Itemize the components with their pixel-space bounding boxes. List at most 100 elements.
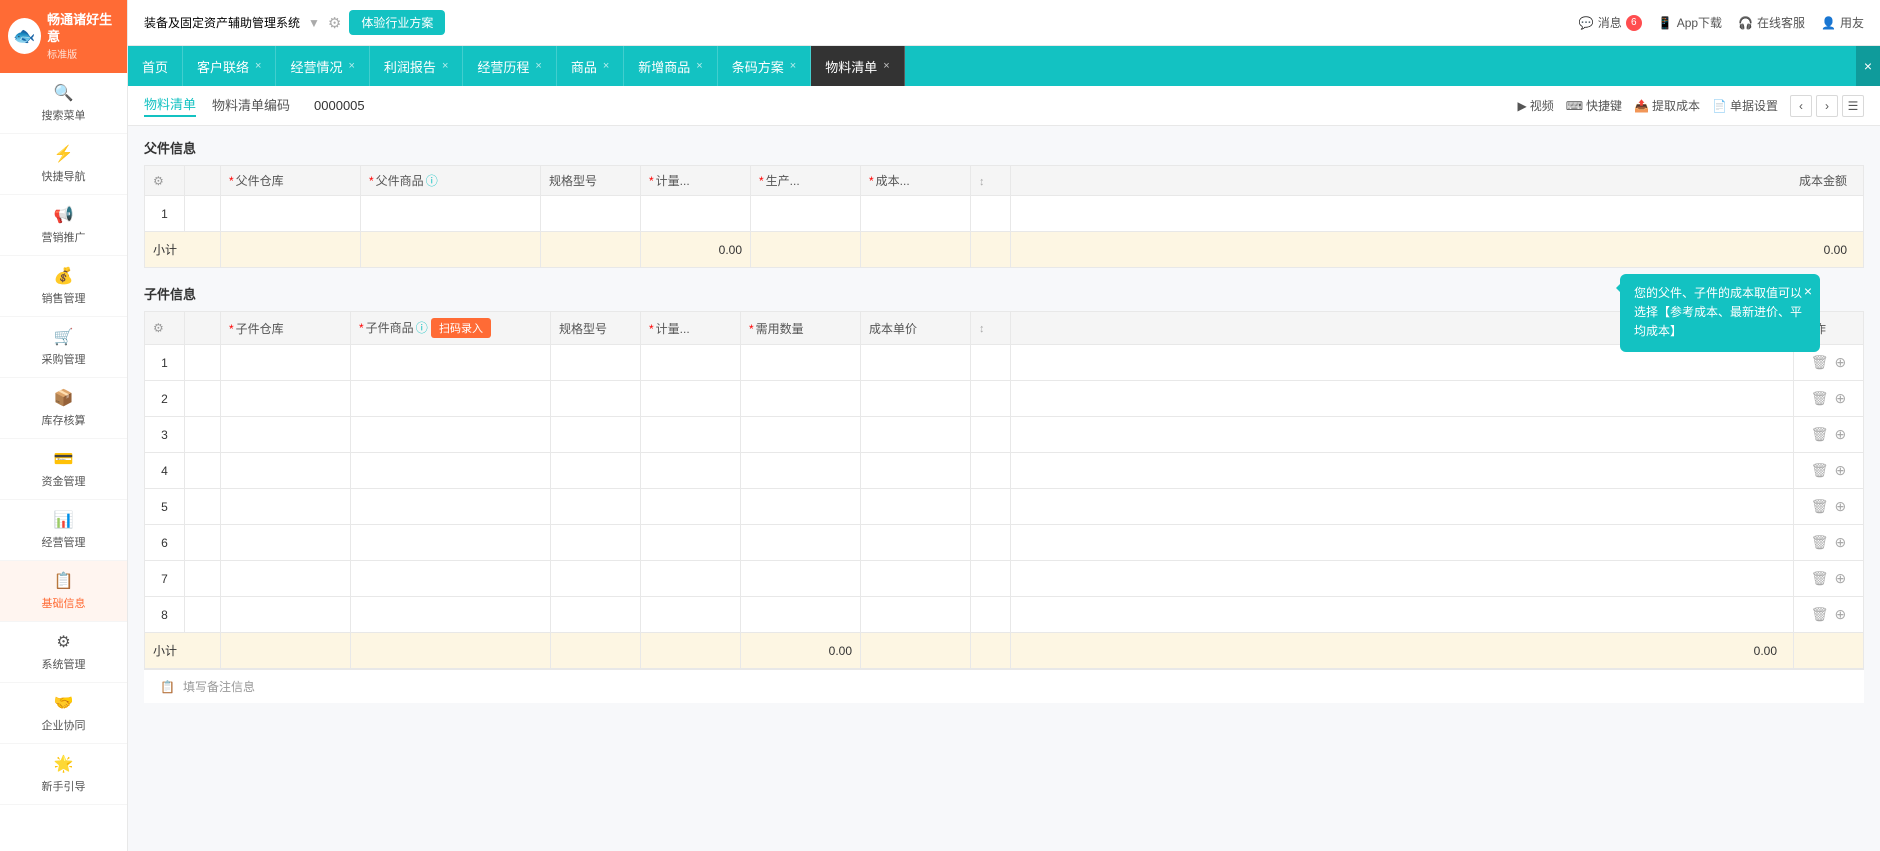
child-cell-spec[interactable] [551,345,641,381]
subnav-tab-bom[interactable]: 物料清单 [144,94,196,117]
tab-bom[interactable]: 物料清单 × [811,46,904,86]
settings-icon[interactable]: ⚙ [153,321,164,335]
app-label: App下载 [1677,14,1722,31]
parent-row-1: 1 [145,196,1864,232]
delete-icon[interactable]: 🗑 [1811,426,1829,443]
tab-ops-history[interactable]: 经营历程 × [463,46,556,86]
child-th-settings[interactable]: ⚙ [145,312,185,345]
child-subtotal-amount: 0.00 [1011,633,1794,669]
tab-goods[interactable]: 商品 × [557,46,624,86]
delete-icon[interactable]: 🗑 [1811,462,1829,479]
parent-cell-unit[interactable] [641,196,751,232]
subnav-tab-code[interactable]: 物料清单编码 [212,95,290,116]
prev-arrow[interactable]: ‹ [1790,95,1812,117]
close-icon[interactable]: × [255,60,261,72]
action-settings[interactable]: 📄 单据设置 [1712,97,1778,114]
tab-label: 客户联络 [197,57,249,76]
parent-cell-produce[interactable] [751,196,861,232]
parent-cell-cost[interactable] [861,196,971,232]
close-all-tabs[interactable]: × [1856,46,1880,86]
nav-tabs: 首页 客户联络 × 经营情况 × 利润报告 × 经营历程 × 商品 × 新增商品… [128,46,1880,86]
app-download-item[interactable]: 📱 App下载 [1658,14,1722,31]
tab-customer[interactable]: 客户联络 × [183,46,276,86]
child-cell-unit-cost[interactable] [861,345,971,381]
parent-th-cost: *成本... [861,166,971,196]
sidebar-item-label: 快捷导航 [42,168,86,184]
child-cell-goods[interactable] [351,345,551,381]
copy-icon[interactable]: ⊕ [1835,606,1847,623]
sidebar-item-quicknav[interactable]: ⚡ 快捷导航 [0,134,127,195]
sidebar-item-purchase[interactable]: 🛒 采购管理 [0,317,127,378]
copy-icon[interactable]: ⊕ [1835,534,1847,551]
copy-icon[interactable]: ⊕ [1835,426,1847,443]
child-cell-unit[interactable] [641,345,741,381]
delete-icon[interactable]: 🗑 [1811,570,1829,587]
megaphone-icon: 📢 [54,205,74,225]
close-icon[interactable]: × [348,60,354,72]
tab-new-goods[interactable]: 新增商品 × [624,46,717,86]
close-icon[interactable]: × [535,60,541,72]
close-icon[interactable]: × [696,60,702,72]
sidebar-item-guide[interactable]: 🌟 新手引导 [0,744,127,805]
scan-input-btn[interactable]: 扫码录入 [431,318,491,338]
next-arrow[interactable]: › [1816,95,1838,117]
tooltip-close[interactable]: × [1804,280,1812,302]
copy-icon[interactable]: ⊕ [1835,498,1847,515]
brand-name: 畅通诸好生意 [47,12,119,46]
clipboard-icon: 📋 [54,571,74,591]
sidebar-item-ops[interactable]: 📊 经营管理 [0,500,127,561]
sidebar-item-finance[interactable]: 💳 资金管理 [0,439,127,500]
online-service-item[interactable]: 🎧 在线客服 [1738,14,1805,31]
delete-icon[interactable]: 🗑 [1811,606,1829,623]
handshake-icon: 🤝 [54,693,74,713]
sidebar-item-basic[interactable]: 📋 基础信息 [0,561,127,622]
parent-cell-warehouse[interactable] [221,196,361,232]
sidebar-item-sales[interactable]: 💰 销售管理 [0,256,127,317]
child-th-goods: *子件商品ⓘ 扫码录入 [351,312,551,345]
chart-icon: 📊 [54,510,74,530]
tab-profit[interactable]: 利润报告 × [370,46,463,86]
copy-icon[interactable]: ⊕ [1835,462,1847,479]
tab-home[interactable]: 首页 [128,46,183,86]
parent-cell-spec[interactable] [541,196,641,232]
trial-btn[interactable]: 体验行业方案 [349,10,445,35]
parent-th-settings[interactable]: ⚙ [145,166,185,196]
sidebar-item-corp[interactable]: 🤝 企业协同 [0,683,127,744]
close-icon[interactable]: × [790,60,796,72]
close-icon[interactable]: × [442,60,448,72]
copy-icon[interactable]: ⊕ [1835,390,1847,407]
settings-gear-icon[interactable]: ⚙ [328,14,341,32]
delete-icon[interactable]: 🗑 [1811,498,1829,515]
sidebar-item-search[interactable]: 🔍 搜索菜单 [0,73,127,134]
close-icon[interactable]: × [883,60,889,72]
sidebar-item-system[interactable]: ⚙ 系统管理 [0,622,127,683]
delete-icon[interactable]: 🗑 [1811,534,1829,551]
dropdown-arrow[interactable]: ▼ [308,16,320,30]
system-name: 装备及固定资产辅助管理系统 [144,14,300,31]
delete-icon[interactable]: 🗑 [1811,354,1829,371]
sidebar-item-label: 系统管理 [42,656,86,672]
close-icon[interactable]: × [603,60,609,72]
tab-ops-status[interactable]: 经营情况 × [276,46,369,86]
menu-icon[interactable]: ☰ [1842,95,1864,117]
settings-icon[interactable]: ⚙ [153,174,164,188]
child-cell-qty[interactable] [741,345,861,381]
child-cell-warehouse[interactable] [221,345,351,381]
copy-icon[interactable]: ⊕ [1835,354,1847,371]
message-label: 消息 [1598,14,1622,31]
action-cost[interactable]: 📤 提取成本 [1634,97,1700,114]
sidebar-item-marketing[interactable]: 📢 营销推广 [0,195,127,256]
parent-cell-goods[interactable] [361,196,541,232]
action-shortcut[interactable]: ⌨ 快捷键 [1566,97,1622,114]
parent-subtotal-cost: 0.00 [641,232,751,268]
child-th-unit-cost: 成本单价 [861,312,971,345]
tab-barcode[interactable]: 条码方案 × [718,46,811,86]
sidebar-item-inventory[interactable]: 📦 库存核算 [0,378,127,439]
user-item[interactable]: 👤 用友 [1821,14,1864,31]
doc-icon: 📄 [1712,99,1727,113]
subnav-code-value: 0000005 [314,98,365,113]
action-view[interactable]: ▶ 视频 [1517,97,1553,114]
copy-icon[interactable]: ⊕ [1835,570,1847,587]
message-item[interactable]: 💬 消息 6 [1579,14,1642,31]
delete-icon[interactable]: 🗑 [1811,390,1829,407]
